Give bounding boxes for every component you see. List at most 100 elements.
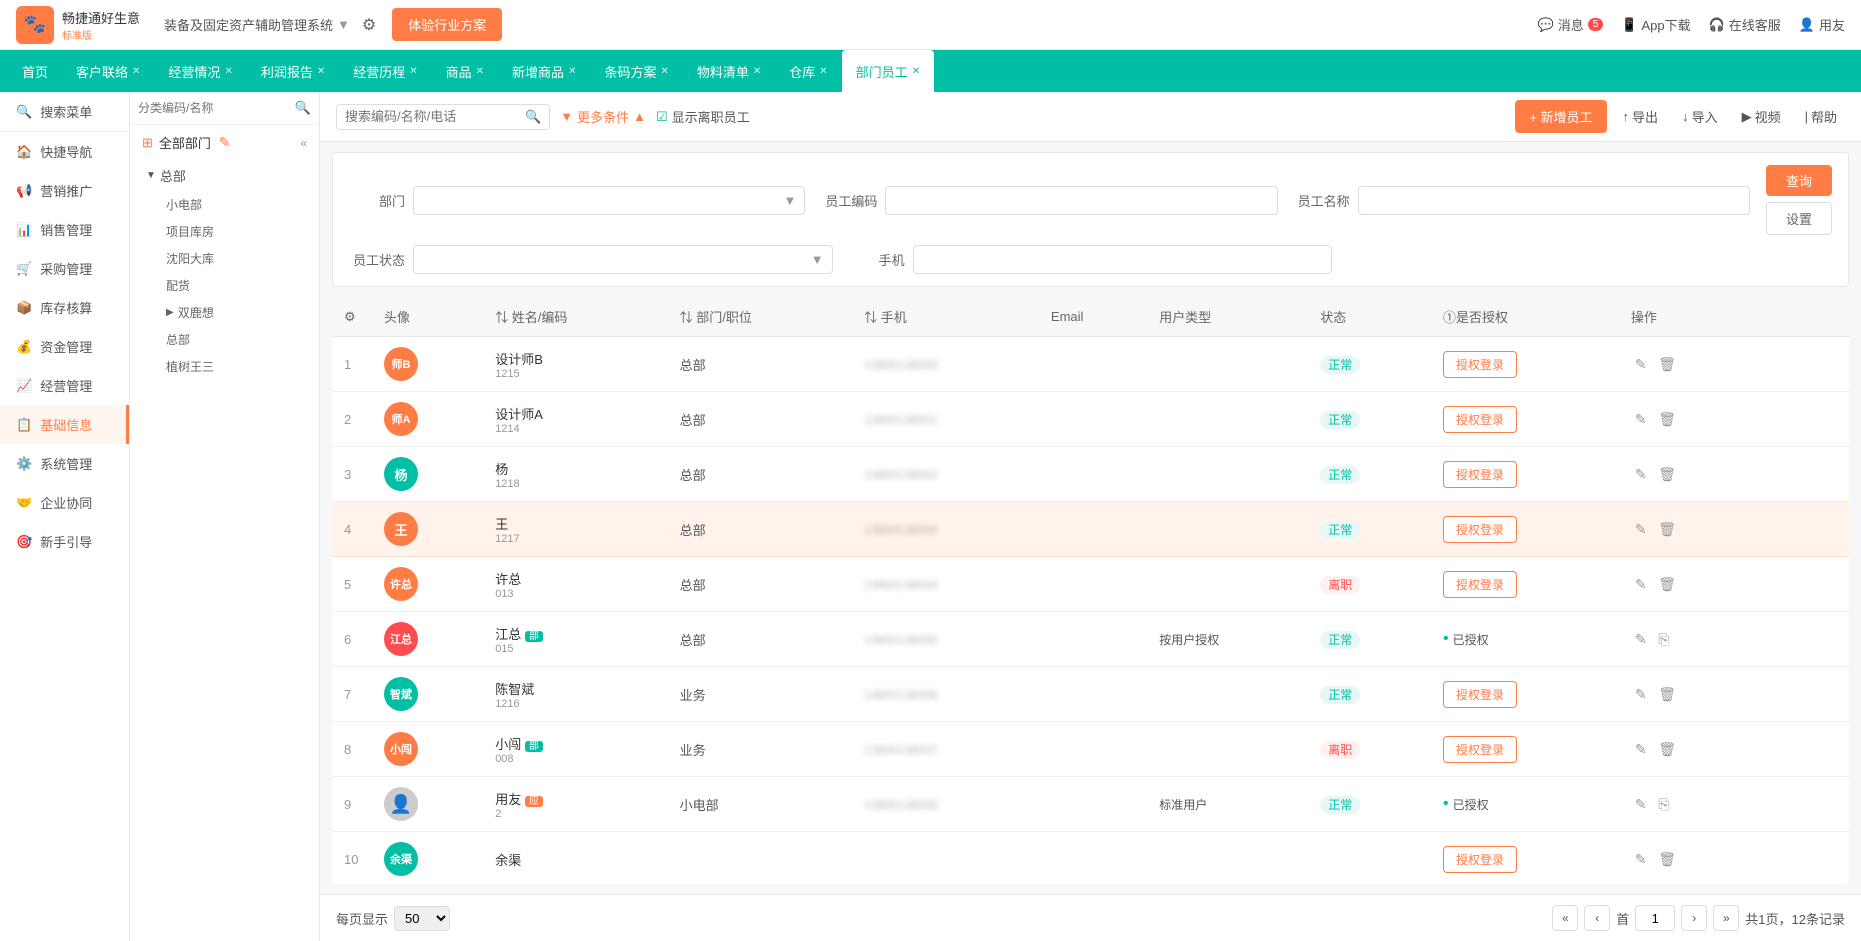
sidebar-item-guide[interactable]: 🎯 新手引导 — [0, 522, 129, 561]
auth-btn[interactable]: 授权登录 — [1443, 846, 1517, 873]
online-service-btn[interactable]: 🎧 在线客服 — [1709, 15, 1781, 34]
delete-row-icon[interactable]: 🗑 — [1654, 849, 1680, 869]
auth-btn[interactable]: 授权登录 — [1443, 571, 1517, 598]
col-dept[interactable]: ⇅ 部门/职位 — [668, 297, 852, 337]
all-dept-header[interactable]: ⊞ 全部部门 ✎ « — [130, 125, 319, 160]
name-code: 杨1218 — [495, 459, 655, 490]
edit-row-icon[interactable]: ✎ — [1631, 739, 1651, 759]
auth-btn[interactable]: 授权登录 — [1443, 351, 1517, 378]
col-settings[interactable]: ⚙ — [332, 297, 372, 337]
edit-row-icon[interactable]: ✎ — [1631, 519, 1651, 539]
export-btn[interactable]: ↑ 导出 — [1615, 103, 1667, 130]
dept-sub-shenyang[interactable]: 沈阳大库 — [130, 245, 319, 272]
auth-btn[interactable]: 授权登录 — [1443, 681, 1517, 708]
show-resigned-checkbox[interactable]: ☑ 显示离职员工 — [656, 107, 750, 126]
edit-row-icon[interactable]: ✎ — [1631, 849, 1651, 869]
delete-row-icon[interactable]: 🗑 — [1654, 519, 1680, 539]
dept-select[interactable]: ▼ — [413, 186, 805, 215]
trial-btn[interactable]: 体验行业方案 — [392, 8, 502, 41]
more-filter-btn[interactable]: ▼ 更多条件 ▲ — [560, 107, 646, 126]
page-number-input[interactable] — [1635, 905, 1675, 931]
search-icon[interactable]: 🔍 — [525, 109, 541, 125]
page-size-select[interactable]: 50 100 200 — [394, 906, 450, 931]
collapse-icon[interactable]: « — [300, 136, 307, 150]
phone-input[interactable] — [913, 245, 1333, 274]
edit-dept-icon[interactable]: ✎ — [219, 134, 231, 151]
dept-sub-hq[interactable]: 总部 — [130, 326, 319, 353]
prev-page-btn[interactable]: ‹ — [1584, 905, 1610, 931]
edit-row-icon[interactable]: ✎ — [1631, 794, 1651, 814]
tab-new-goods[interactable]: 新增商品 ✕ — [498, 50, 590, 92]
emp-name-input[interactable] — [1358, 186, 1750, 215]
tab-history[interactable]: 经营历程 ✕ — [339, 50, 431, 92]
tab-warehouse[interactable]: 仓库 ✕ — [775, 50, 841, 92]
edit-row-icon[interactable]: ✎ — [1631, 354, 1651, 374]
delete-row-icon[interactable]: 🗑 — [1654, 684, 1680, 704]
dept-sub-plant[interactable]: 植树王三 — [130, 353, 319, 380]
edit-row-icon[interactable]: ✎ — [1631, 464, 1651, 484]
sidebar-item-purchase[interactable]: 🛒 采购管理 — [0, 249, 129, 288]
sidebar-item-finance[interactable]: 💰 资金管理 — [0, 327, 129, 366]
view-btn[interactable]: ▶ 视频 — [1734, 103, 1789, 130]
tab-home[interactable]: 首页 — [8, 50, 62, 92]
tab-barcode[interactable]: 条码方案 ✕ — [590, 50, 682, 92]
tab-profit[interactable]: 利润报告 ✕ — [247, 50, 339, 92]
copy-row-icon[interactable]: ⎘ — [1654, 794, 1673, 814]
set-btn[interactable]: 设置 — [1766, 202, 1832, 235]
tab-bom[interactable]: 物料清单 ✕ — [683, 50, 775, 92]
auth-btn[interactable]: 授权登录 — [1443, 406, 1517, 433]
name-code: 江总 部015 — [495, 624, 655, 655]
delete-row-icon[interactable]: 🗑 — [1654, 464, 1680, 484]
auth-btn[interactable]: 授权登录 — [1443, 516, 1517, 543]
sidebar-item-system[interactable]: ⚙️ 系统管理 — [0, 444, 129, 483]
search-menu-item[interactable]: 🔍 搜索菜单 — [0, 92, 129, 132]
sidebar-item-operations[interactable]: 📈 经营管理 — [0, 366, 129, 405]
auth-btn[interactable]: 授权登录 — [1443, 461, 1517, 488]
sidebar-item-marketing[interactable]: 📢 营销推广 — [0, 171, 129, 210]
dept-sub-project[interactable]: 项目库房 — [130, 218, 319, 245]
edit-row-icon[interactable]: ✎ — [1631, 409, 1651, 429]
user-area[interactable]: 👤 用友 — [1799, 15, 1845, 34]
edit-row-icon[interactable]: ✎ — [1631, 574, 1651, 594]
col-name[interactable]: ⇅ 姓名/编码 — [483, 297, 667, 337]
help-btn[interactable]: | 帮助 — [1797, 103, 1845, 130]
tab-goods[interactable]: 商品 ✕ — [432, 50, 498, 92]
auth-btn[interactable]: 授权登录 — [1443, 736, 1517, 763]
sidebar-item-inventory[interactable]: 📦 库存核算 — [0, 288, 129, 327]
dept-sub-xiaodian[interactable]: 小电部 — [130, 191, 319, 218]
sidebar-item-sales[interactable]: 📊 销售管理 — [0, 210, 129, 249]
emp-code-input[interactable] — [885, 186, 1277, 215]
tab-customer[interactable]: 客户联络 ✕ — [62, 50, 154, 92]
sidebar-item-basic-info[interactable]: 📋 基础信息 — [0, 405, 129, 444]
dept-sub-shuanglu[interactable]: ▶双鹿想 — [130, 299, 319, 326]
message-btn[interactable]: 💬 消息 5 — [1538, 15, 1604, 34]
dept-item-hq-parent[interactable]: ▼ 总部 — [130, 160, 319, 191]
sidebar-item-collab[interactable]: 🤝 企业协同 — [0, 483, 129, 522]
tab-business[interactable]: 经营情况 ✕ — [154, 50, 246, 92]
next-page-btn[interactable]: › — [1681, 905, 1707, 931]
query-btn[interactable]: 查询 — [1766, 165, 1832, 196]
delete-row-icon[interactable]: 🗑 — [1654, 739, 1680, 759]
first-page-btn[interactable]: « — [1552, 905, 1578, 931]
tab-employees[interactable]: 部门员工 ✕ — [842, 50, 934, 92]
dropdown-arrow-icon[interactable]: ▼ — [337, 17, 350, 32]
dept-sub-distribution[interactable]: 配货 — [130, 272, 319, 299]
copy-row-icon[interactable]: ⎘ — [1654, 629, 1673, 649]
dept-search-icon[interactable]: 🔍 — [295, 100, 311, 116]
search-input[interactable] — [345, 109, 525, 124]
edit-row-icon[interactable]: ✎ — [1631, 684, 1651, 704]
add-employee-btn[interactable]: + 新增员工 — [1515, 100, 1606, 133]
edit-row-icon[interactable]: ✎ — [1631, 629, 1651, 649]
app-download-btn[interactable]: 📱 App下载 — [1621, 15, 1690, 34]
dept-search-input[interactable] — [138, 101, 295, 115]
last-page-btn[interactable]: » — [1713, 905, 1739, 931]
delete-row-icon[interactable]: 🗑 — [1654, 409, 1680, 429]
settings-icon[interactable]: ⚙ — [362, 15, 376, 35]
status-select[interactable]: ▼ — [413, 245, 833, 274]
sidebar-item-nav[interactable]: 🏠 快捷导航 — [0, 132, 129, 171]
delete-row-icon[interactable]: 🗑 — [1654, 354, 1680, 374]
import-btn[interactable]: ↓ 导入 — [1674, 103, 1726, 130]
col-phone[interactable]: ⇅ 手机 — [852, 297, 1039, 337]
delete-row-icon[interactable]: 🗑 — [1654, 574, 1680, 594]
emp-code-label: 员工编码 — [821, 191, 877, 210]
